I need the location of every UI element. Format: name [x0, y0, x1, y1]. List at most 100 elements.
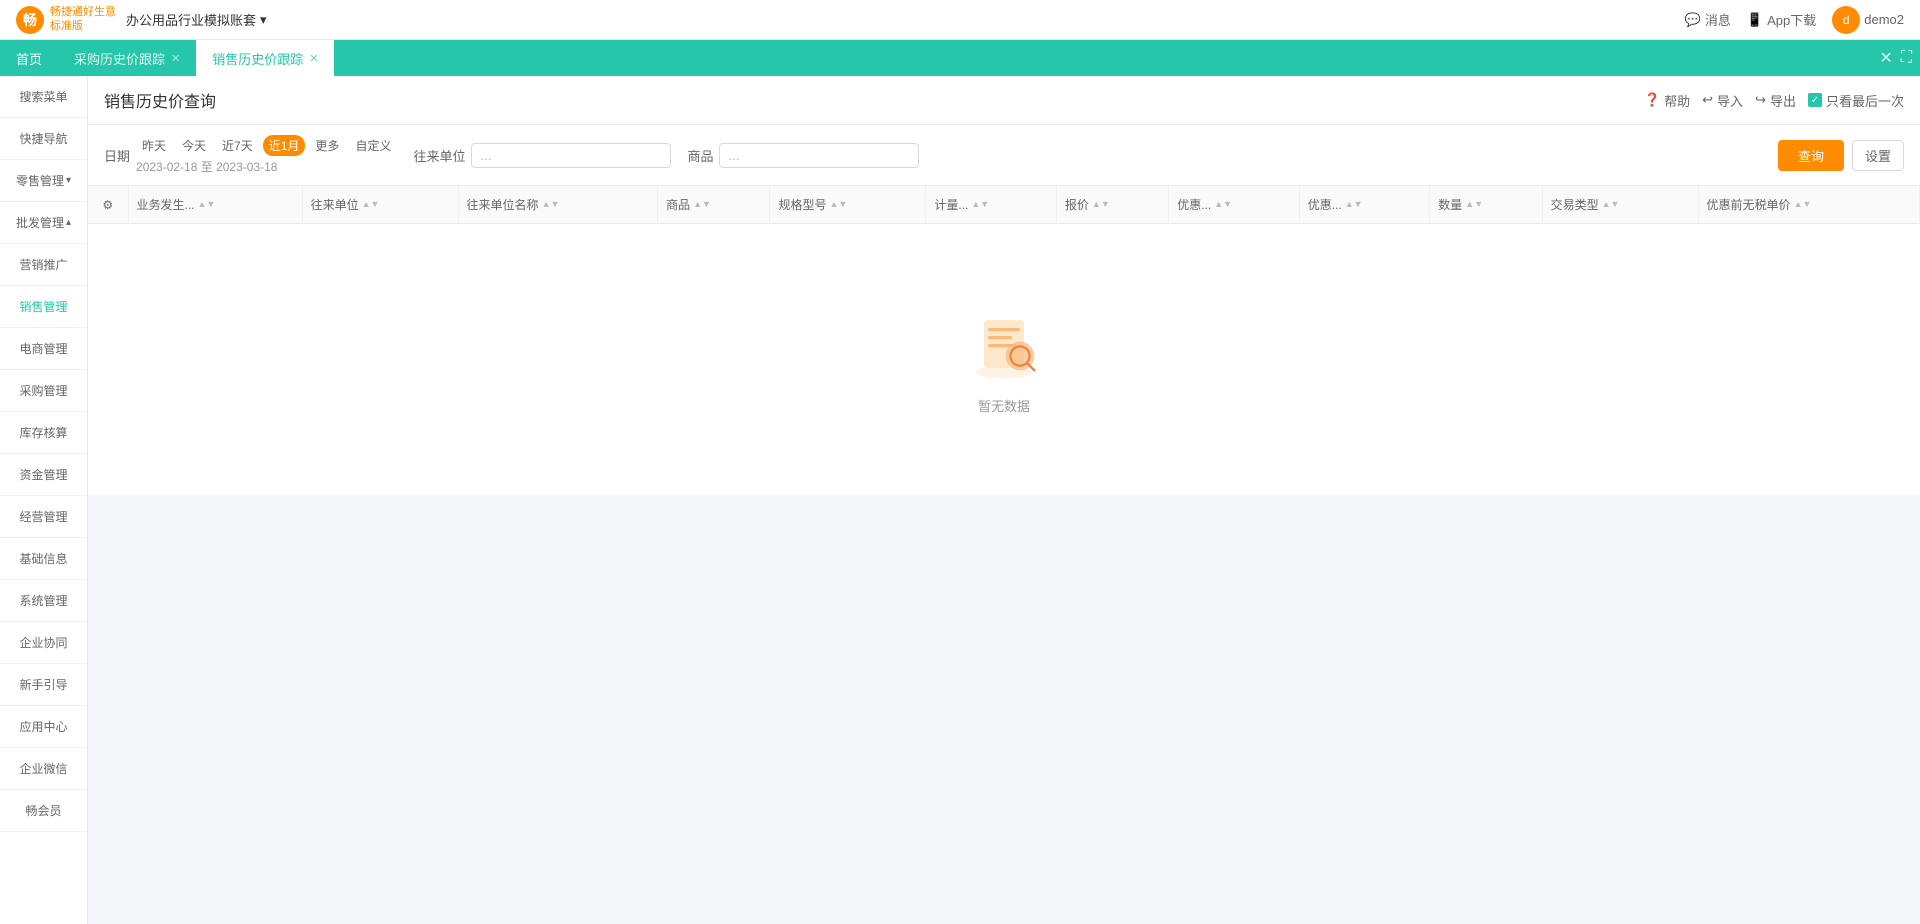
date-opt-custom[interactable]: 自定义	[349, 135, 397, 156]
top-bar: 畅 畅捷通好生意 标准版 办公用品行业模拟账套 ▾ 💬 消息 📱 App下载 d…	[0, 0, 1920, 40]
basic-label: 基础信息	[19, 552, 67, 566]
date-opt-yesterday[interactable]: 昨天	[136, 135, 172, 156]
sidebar: 搜索菜单 快捷导航 零售管理 ▾ 批发管理 ▴ 营销推广 销售管理 电商管理 采…	[0, 76, 88, 924]
import-icon: ↩	[1702, 92, 1713, 108]
sales-tab-label: 销售历史价跟踪	[212, 49, 303, 68]
sidebar-item-guide[interactable]: 新手引导	[0, 664, 87, 706]
company-select[interactable]: 办公用品行业模拟账套 ▾	[126, 10, 267, 29]
finance-label: 资金管理	[19, 468, 67, 482]
import-btn[interactable]: ↩ 导入	[1702, 91, 1743, 110]
tab-purchase[interactable]: 采购历史价跟踪 ✕	[58, 40, 196, 76]
message-btn[interactable]: 💬 消息	[1685, 10, 1731, 29]
sidebar-item-app-center[interactable]: 应用中心	[0, 706, 87, 748]
sort-icon: ▲▼	[1345, 200, 1363, 209]
table-container: ⚙ 业务发生... ▲▼ 往来单位	[88, 186, 1920, 224]
sidebar-item-purchase[interactable]: 采购管理	[0, 370, 87, 412]
header-row: ⚙ 业务发生... ▲▼ 往来单位	[88, 186, 1920, 224]
sidebar-item-operations[interactable]: 经营管理	[0, 496, 87, 538]
content-area: 搜索菜单 快捷导航 零售管理 ▾ 批发管理 ▴ 营销推广 销售管理 电商管理 采…	[0, 76, 1920, 924]
sort-icon: ▲▼	[693, 200, 711, 209]
export-btn[interactable]: ↪ 导出	[1755, 91, 1796, 110]
date-opt-today[interactable]: 今天	[176, 135, 212, 156]
col-product[interactable]: 商品 ▲▼	[658, 186, 770, 224]
purchase-tab-label: 采购历史价跟踪	[74, 49, 165, 68]
retail-arrow-icon: ▾	[66, 175, 71, 186]
page-header-actions: ❓ 帮助 ↩ 导入 ↪ 导出 ✓ 只看最后一次	[1644, 91, 1904, 110]
sidebar-item-system[interactable]: 系统管理	[0, 580, 87, 622]
top-bar-left: 畅 畅捷通好生意 标准版 办公用品行业模拟账套 ▾	[16, 6, 267, 34]
sidebar-item-sales-mgmt[interactable]: 销售管理	[0, 286, 87, 328]
tab-home[interactable]: 首页	[0, 40, 58, 76]
sort-icon: ▲▼	[542, 200, 560, 209]
wholesale-arrow-icon: ▴	[66, 217, 71, 228]
filter-area: 日期 昨天 今天 近7天 近1月 更多 自定义 2023-02-18 至 202…	[88, 125, 1920, 186]
purchase-label: 采购管理	[19, 384, 67, 398]
guide-label: 新手引导	[19, 678, 67, 692]
sort-icon: ▲▼	[1465, 200, 1483, 209]
sort-icon: ▲▼	[1214, 200, 1232, 209]
sort-icon: ▲▼	[362, 200, 380, 209]
date-opt-more[interactable]: 更多	[309, 135, 345, 156]
wholesale-label: 批发管理	[16, 214, 64, 231]
col-partner-name[interactable]: 往来单位名称 ▲▼	[458, 186, 658, 224]
col-biz-date[interactable]: 业务发生... ▲▼	[128, 186, 302, 224]
table-area: ⚙ 业务发生... ▲▼ 往来单位	[88, 186, 1920, 495]
logo-area: 畅 畅捷通好生意 标准版	[16, 6, 116, 34]
sidebar-item-enterprise[interactable]: 企业协同	[0, 622, 87, 664]
sort-icon: ▲▼	[1602, 200, 1620, 209]
search-menu-label: 搜索菜单	[19, 90, 67, 104]
sidebar-item-member[interactable]: 畅会员	[0, 790, 87, 832]
product-placeholder: ...	[728, 148, 739, 163]
date-range-display: 2023-02-18 至 2023-03-18	[136, 158, 397, 175]
col-pretax-price[interactable]: 优惠前无税单价 ▲▼	[1698, 186, 1919, 224]
sidebar-item-wechat[interactable]: 企业微信	[0, 748, 87, 790]
product-input[interactable]: ...	[719, 143, 919, 168]
query-button[interactable]: 查询	[1778, 140, 1844, 171]
sidebar-item-basic[interactable]: 基础信息	[0, 538, 87, 580]
sidebar-item-marketing[interactable]: 营销推广	[0, 244, 87, 286]
col-quantity[interactable]: 数量 ▲▼	[1430, 186, 1542, 224]
purchase-tab-close[interactable]: ✕	[171, 52, 180, 65]
retail-label: 零售管理	[16, 172, 64, 189]
partner-input[interactable]: ...	[471, 143, 671, 168]
sidebar-item-wholesale[interactable]: 批发管理 ▴	[0, 202, 87, 244]
col-quote[interactable]: 报价 ▲▼	[1056, 186, 1168, 224]
col-trade-type[interactable]: 交易类型 ▲▼	[1542, 186, 1698, 224]
user-avatar-btn[interactable]: d demo2	[1832, 6, 1904, 34]
col-discount1[interactable]: 优惠... ▲▼	[1169, 186, 1300, 224]
close-all-tabs-btn[interactable]: ✕	[1879, 48, 1892, 68]
col-spec[interactable]: 规格型号 ▲▼	[770, 186, 926, 224]
ecommerce-label: 电商管理	[19, 342, 67, 356]
settings-icon: ⚙	[102, 198, 113, 212]
only-last-checkbox[interactable]: ✓ 只看最后一次	[1808, 91, 1904, 110]
sidebar-item-retail[interactable]: 零售管理 ▾	[0, 160, 87, 202]
tab-sales[interactable]: 销售历史价跟踪 ✕	[196, 40, 334, 76]
sales-tab-close[interactable]: ✕	[309, 52, 318, 65]
maximize-btn[interactable]: ⛶	[1901, 49, 1912, 67]
date-opt-1month[interactable]: 近1月	[263, 135, 306, 156]
help-btn[interactable]: ❓ 帮助	[1644, 91, 1690, 110]
sort-icon: ▲▼	[1794, 200, 1812, 209]
partner-label: 往来单位	[413, 146, 465, 165]
sidebar-item-shortcut[interactable]: 快捷导航	[0, 118, 87, 160]
col-discount2[interactable]: 优惠... ▲▼	[1299, 186, 1430, 224]
col-settings[interactable]: ⚙	[88, 186, 128, 224]
date-range-options: 昨天 今天 近7天 近1月 更多 自定义	[136, 135, 397, 156]
app-icon: 📱	[1747, 12, 1763, 28]
empty-icon	[964, 304, 1044, 384]
system-label: 系统管理	[19, 594, 67, 608]
date-label: 日期	[104, 146, 130, 165]
sidebar-item-ecommerce[interactable]: 电商管理	[0, 328, 87, 370]
empty-text: 暂无数据	[978, 396, 1030, 415]
top-bar-right: 💬 消息 📱 App下载 d demo2	[1685, 6, 1904, 34]
col-partner-code[interactable]: 往来单位 ▲▼	[302, 186, 458, 224]
sidebar-item-search[interactable]: 搜索菜单	[0, 76, 87, 118]
col-unit[interactable]: 计量... ▲▼	[926, 186, 1057, 224]
date-opt-7days[interactable]: 近7天	[216, 135, 259, 156]
sidebar-item-inventory[interactable]: 库存核算	[0, 412, 87, 454]
app-download-btn[interactable]: 📱 App下载	[1747, 10, 1816, 29]
sort-icon: ▲▼	[829, 200, 847, 209]
settings-button[interactable]: 设置	[1852, 140, 1904, 171]
export-icon: ↪	[1755, 92, 1766, 108]
sidebar-item-finance[interactable]: 资金管理	[0, 454, 87, 496]
